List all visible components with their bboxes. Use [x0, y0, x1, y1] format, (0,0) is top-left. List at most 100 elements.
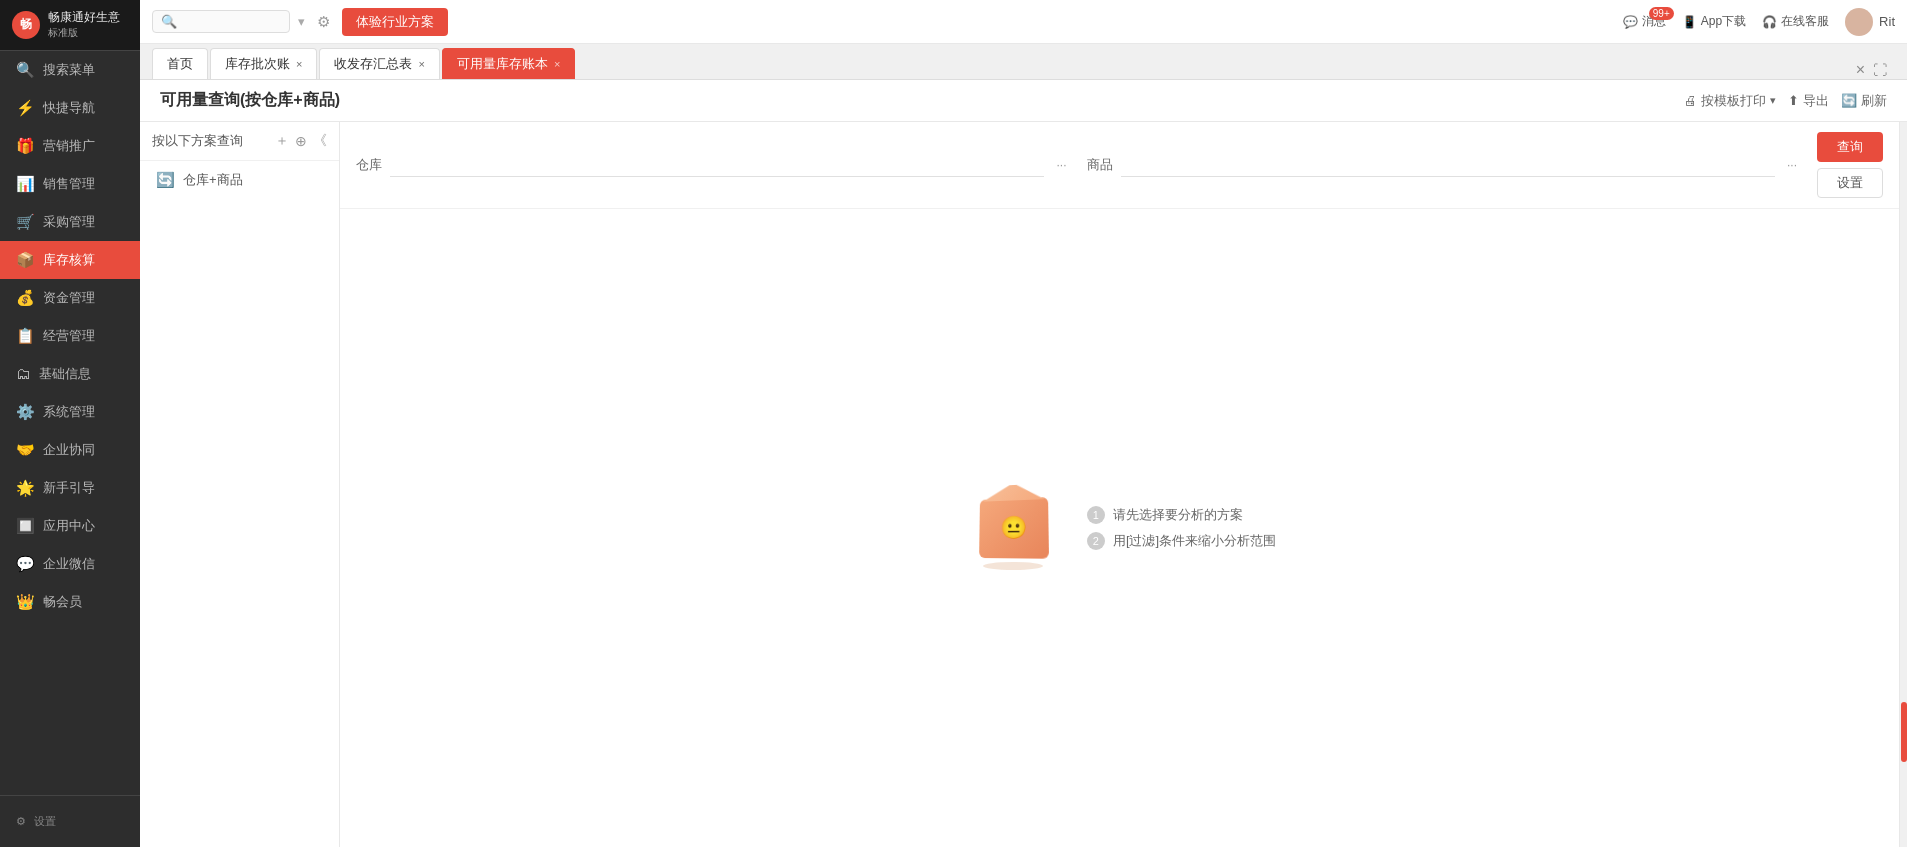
sidebar-scroll: 🔍 搜索菜单 ⚡ 快捷导航 🎁 营销推广 📊 销售管理 🛒 采购管理 📦 库存核…: [0, 51, 140, 795]
empty-hint-1-num: 1: [1087, 506, 1105, 524]
sidebar-item-sales[interactable]: 📊 销售管理: [0, 165, 140, 203]
topbar-search-box[interactable]: 🔍: [152, 10, 290, 33]
topbar-settings-icon[interactable]: ⚙: [313, 9, 334, 35]
sidebar-item-label: 畅会员: [43, 593, 82, 611]
warehouse-input[interactable]: [390, 153, 1044, 177]
refresh-icon: 🔄: [1841, 93, 1857, 108]
goods-field: 商品 ···: [1087, 153, 1802, 177]
empty-box-face: 😐: [1000, 515, 1027, 541]
finance-icon: 💰: [16, 289, 35, 307]
tab-receipt-label: 收发存汇总表: [334, 55, 412, 73]
settings-button[interactable]: 设置: [1817, 168, 1883, 198]
app-download[interactable]: 📱 App下载: [1682, 13, 1746, 30]
sidebar-item-label: 新手引导: [43, 479, 95, 497]
settings-filter-icon[interactable]: ⊕: [295, 133, 307, 149]
export-icon: ⬆: [1788, 93, 1799, 108]
tab-available-close[interactable]: ×: [554, 58, 560, 70]
sidebar: 畅 畅康通好生意 标准版 🔍 搜索菜单 ⚡ 快捷导航 🎁 营销推广 📊 销售管理…: [0, 0, 140, 847]
message-badge[interactable]: 💬 消息 99+: [1623, 13, 1666, 30]
tab-available-label: 可用量库存账本: [457, 55, 548, 73]
empty-state: 😐 1 请先选择要分析的方案 2 用[过滤]条件来缩小分析范围: [340, 209, 1899, 847]
print-button[interactable]: 🖨 按模板打印 ▾: [1684, 92, 1776, 110]
tab-receipt-close[interactable]: ×: [418, 58, 424, 70]
export-button[interactable]: ⬆ 导出: [1788, 92, 1829, 110]
refresh-label: 刷新: [1861, 92, 1887, 110]
sidebar-item-apps[interactable]: 🔲 应用中心: [0, 507, 140, 545]
member-icon: 👑: [16, 593, 35, 611]
tab-home[interactable]: 首页: [152, 48, 208, 79]
query-button[interactable]: 查询: [1817, 132, 1883, 162]
sidebar-item-shortcut[interactable]: ⚡ 快捷导航: [0, 89, 140, 127]
content-area: 按以下方案查询 ＋ ⊕ 《 🔄 仓库+商品 仓库 ···: [140, 122, 1907, 847]
tab-batch-close[interactable]: ×: [296, 58, 302, 70]
sidebar-item-label: 快捷导航: [43, 99, 95, 117]
empty-hint-2-text: 用[过滤]条件来缩小分析范围: [1113, 532, 1276, 550]
sidebar-item-label: 营销推广: [43, 137, 95, 155]
filter-header-label: 按以下方案查询: [152, 132, 243, 150]
sidebar-item-finance[interactable]: 💰 资金管理: [0, 279, 140, 317]
empty-box: 😐: [979, 497, 1049, 559]
message-icon: 💬: [1623, 15, 1638, 29]
sidebar-item-wechat[interactable]: 💬 企业微信: [0, 545, 140, 583]
user-area[interactable]: Rit: [1845, 8, 1895, 36]
warehouse-more-btn[interactable]: ···: [1052, 156, 1070, 174]
company-icon: 🤝: [16, 441, 35, 459]
basic-icon: 🗂: [16, 365, 31, 382]
expand-window-icon[interactable]: ⛶: [1873, 62, 1887, 78]
operation-icon: 📋: [16, 327, 35, 345]
tab-batch-account[interactable]: 库存批次账 ×: [210, 48, 317, 79]
guide-icon: 🌟: [16, 479, 35, 497]
main-content: 🔍 ▾ ⚙ 体验行业方案 💬 消息 99+ 📱 App下载 🎧 在线客服 Rit: [140, 0, 1907, 847]
sidebar-item-basic[interactable]: 🗂 基础信息: [0, 355, 140, 393]
purchase-icon: 🛒: [16, 213, 35, 231]
sidebar-item-guide[interactable]: 🌟 新手引导: [0, 469, 140, 507]
sidebar-item-label: 基础信息: [39, 365, 91, 383]
filter-item-warehouse-goods[interactable]: 🔄 仓库+商品: [140, 161, 339, 199]
shortcut-icon: ⚡: [16, 99, 35, 117]
app-icon: 📱: [1682, 15, 1697, 29]
logo-icon: 畅: [12, 11, 40, 39]
query-area: 仓库 ··· 商品 ··· 查询 设置: [340, 122, 1899, 847]
collapse-filter-icon[interactable]: 《: [313, 132, 327, 150]
sidebar-item-label: 销售管理: [43, 175, 95, 193]
sidebar-item-operation[interactable]: 📋 经营管理: [0, 317, 140, 355]
sidebar-item-company[interactable]: 🤝 企业协同: [0, 431, 140, 469]
empty-hint-1: 1 请先选择要分析的方案: [1087, 506, 1276, 524]
empty-shadow: [983, 562, 1043, 570]
close-window-icon[interactable]: ×: [1856, 61, 1865, 79]
system-icon: ⚙️: [16, 403, 35, 421]
tab-receipt-summary[interactable]: 收发存汇总表 ×: [319, 48, 439, 79]
sidebar-item-purchase[interactable]: 🛒 采购管理: [0, 203, 140, 241]
username: Rit: [1879, 14, 1895, 29]
sidebar-item-label: 应用中心: [43, 517, 95, 535]
page-header: 可用量查询(按仓库+商品) 🖨 按模板打印 ▾ ⬆ 导出 🔄 刷新: [140, 80, 1907, 122]
sidebar-item-search[interactable]: 🔍 搜索菜单: [0, 51, 140, 89]
trial-button[interactable]: 体验行业方案: [342, 8, 448, 36]
search-icon: 🔍: [161, 14, 177, 29]
sidebar-item-system[interactable]: ⚙️ 系统管理: [0, 393, 140, 431]
search-input[interactable]: [181, 15, 281, 29]
window-controls: × ⛶: [1848, 61, 1895, 79]
tab-available-account[interactable]: 可用量库存账本 ×: [442, 48, 575, 79]
sidebar-item-label: 企业微信: [43, 555, 95, 573]
filter-panel: 按以下方案查询 ＋ ⊕ 《 🔄 仓库+商品: [140, 122, 340, 847]
query-row: 仓库 ··· 商品 ··· 查询 设置: [340, 122, 1899, 209]
logo-name: 畅康通好生意: [48, 10, 120, 26]
wechat-icon: 💬: [16, 555, 35, 573]
sidebar-item-label: 经营管理: [43, 327, 95, 345]
add-filter-icon[interactable]: ＋: [275, 132, 289, 150]
refresh-button[interactable]: 🔄 刷新: [1841, 92, 1887, 110]
filter-header: 按以下方案查询 ＋ ⊕ 《: [140, 122, 339, 161]
filter-header-icons: ＋ ⊕ 《: [275, 132, 327, 150]
online-service[interactable]: 🎧 在线客服: [1762, 13, 1829, 30]
sidebar-item-label: 库存核算: [43, 251, 95, 269]
tabs-bar: 首页 库存批次账 × 收发存汇总表 × 可用量库存账本 × × ⛶: [140, 44, 1907, 80]
sidebar-item-bottom[interactable]: ⚙ 设置: [0, 804, 140, 839]
dropdown-icon[interactable]: ▾: [298, 14, 305, 29]
goods-input[interactable]: [1121, 153, 1775, 177]
scrollbar-thumb[interactable]: [1901, 702, 1907, 762]
sidebar-item-inventory[interactable]: 📦 库存核算: [0, 241, 140, 279]
sidebar-item-member[interactable]: 👑 畅会员: [0, 583, 140, 621]
goods-more-btn[interactable]: ···: [1783, 156, 1801, 174]
sidebar-item-marketing[interactable]: 🎁 营销推广: [0, 127, 140, 165]
